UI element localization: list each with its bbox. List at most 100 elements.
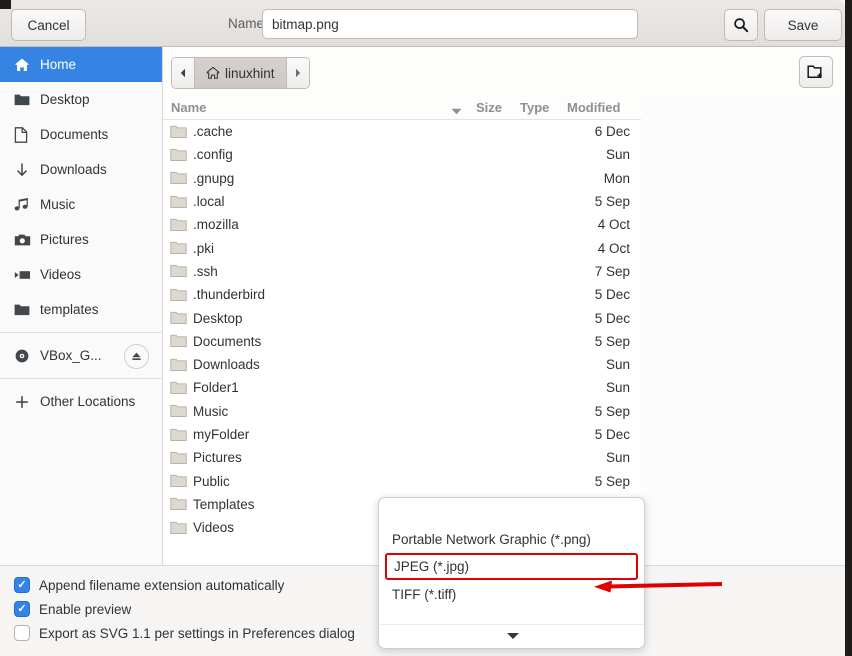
camera-icon xyxy=(14,233,36,247)
folder-videos-icon xyxy=(163,521,193,535)
table-row[interactable]: Desktop 5 Dec xyxy=(163,306,641,329)
folder-icon xyxy=(163,241,193,255)
folder-icon xyxy=(163,428,193,442)
file-name: Downloads xyxy=(193,357,260,373)
new-folder-icon xyxy=(807,65,822,79)
option-label: Enable preview xyxy=(39,601,132,617)
popup-scroll-down-button[interactable] xyxy=(380,624,644,647)
eject-button[interactable] xyxy=(124,344,149,369)
column-header-type[interactable]: Type xyxy=(520,100,549,115)
filename-label: Name xyxy=(227,16,264,31)
column-header-modified[interactable]: Modified xyxy=(567,100,620,115)
table-row[interactable]: .ssh 7 Sep xyxy=(163,260,641,283)
format-option-label: JPEG (*.jpg) xyxy=(394,559,470,574)
document-icon xyxy=(14,126,36,143)
places-sidebar: Home Desktop Documents Downloads Music P… xyxy=(0,47,163,565)
music-icon xyxy=(14,197,36,213)
path-forward-button[interactable] xyxy=(286,58,309,88)
column-header-size[interactable]: Size xyxy=(476,100,502,115)
plus-icon xyxy=(14,394,36,410)
table-row[interactable]: .pki 4 Oct xyxy=(163,236,641,259)
file-modified: 5 Sep xyxy=(594,403,630,419)
file-name: .pki xyxy=(193,240,215,256)
check-icon: ✓ xyxy=(17,578,27,591)
table-row[interactable]: Downloads Sun xyxy=(163,353,641,376)
table-row[interactable]: .mozilla 4 Oct xyxy=(163,213,641,236)
column-header-name[interactable]: Name xyxy=(171,100,206,115)
save-button[interactable]: Save xyxy=(764,9,842,41)
folder-icon xyxy=(14,93,36,107)
sidebar-item-other-locations[interactable]: Other Locations xyxy=(0,384,162,419)
sidebar-item-pictures[interactable]: Pictures xyxy=(0,222,162,257)
sidebar-item-videos[interactable]: Videos xyxy=(0,257,162,292)
cancel-button[interactable]: Cancel xyxy=(11,9,86,41)
format-option-png[interactable]: Portable Network Graphic (*.png) xyxy=(379,525,644,553)
sidebar-item-label: Home xyxy=(40,57,77,72)
table-row[interactable]: .thunderbird 5 Dec xyxy=(163,283,641,306)
folder-icon xyxy=(14,303,36,317)
home-icon xyxy=(14,57,36,73)
folder-icon xyxy=(163,148,193,162)
checkbox[interactable]: ✓ xyxy=(14,601,30,617)
folder-public-icon xyxy=(163,474,193,488)
table-row[interactable]: .local 5 Sep xyxy=(163,190,641,213)
path-bar: linuxhint xyxy=(171,57,310,89)
sidebar-item-downloads[interactable]: Downloads xyxy=(0,152,162,187)
window-edge-right xyxy=(845,0,852,656)
left-arrow-annotation xyxy=(594,580,723,593)
file-name: Pictures xyxy=(193,450,242,466)
folder-icon xyxy=(163,288,193,302)
download-icon xyxy=(14,162,36,178)
breadcrumb-linuxhint[interactable]: linuxhint xyxy=(194,58,287,88)
folder-icon xyxy=(163,218,193,232)
table-row[interactable]: Pictures Sun xyxy=(163,446,641,469)
file-modified: 7 Sep xyxy=(594,263,630,279)
sidebar-item-templates[interactable]: templates xyxy=(0,292,162,327)
table-row[interactable]: Folder1 Sun xyxy=(163,376,641,399)
file-modified: Sun xyxy=(605,450,630,466)
sidebar-item-music[interactable]: Music xyxy=(0,187,162,222)
table-row[interactable]: myFolder 5 Dec xyxy=(163,423,641,446)
folder-templates-icon xyxy=(163,497,193,511)
table-row[interactable]: .config Sun xyxy=(163,143,641,166)
folder-desktop-icon xyxy=(163,311,193,325)
file-modified: 5 Dec xyxy=(594,310,630,326)
sidebar-item-vbox-device[interactable]: VBox_G... xyxy=(0,338,162,373)
search-button[interactable] xyxy=(724,9,758,41)
file-modified: Sun xyxy=(605,380,630,396)
dialog-header-bar: Cancel Name Save xyxy=(0,0,845,47)
sidebar-item-documents[interactable]: Documents xyxy=(0,117,162,152)
checkbox[interactable]: ✓ xyxy=(14,577,30,593)
file-format-popup[interactable]: Portable Network Graphic (*.png) JPEG (*… xyxy=(378,497,645,649)
sidebar-item-label: Videos xyxy=(40,267,82,282)
checkbox[interactable] xyxy=(14,625,30,641)
table-row[interactable]: .gnupg Mon xyxy=(163,167,641,190)
path-bar-row: linuxhint xyxy=(163,47,845,97)
sidebar-item-label: Other Locations xyxy=(40,394,136,409)
file-name: Templates xyxy=(193,496,255,512)
file-modified: 5 Dec xyxy=(594,427,630,442)
folder-icon xyxy=(163,125,193,139)
table-row[interactable]: Public 5 Sep xyxy=(163,469,641,492)
new-folder-button[interactable] xyxy=(799,56,833,88)
table-row[interactable]: Music 5 Sep xyxy=(163,400,641,423)
file-name: .cache xyxy=(193,124,233,140)
file-modified: 4 Oct xyxy=(597,240,630,256)
filename-input[interactable] xyxy=(262,9,638,39)
file-modified: 5 Sep xyxy=(594,473,630,489)
folder-icon xyxy=(163,381,193,395)
sidebar-item-home[interactable]: Home xyxy=(0,47,162,82)
sidebar-item-label: templates xyxy=(40,302,99,317)
folder-pictures-icon xyxy=(163,451,193,465)
file-modified: 5 Dec xyxy=(594,287,630,303)
format-option-label: TIFF (*.tiff) xyxy=(392,586,457,602)
video-icon xyxy=(14,268,36,282)
file-name: .local xyxy=(193,194,225,210)
table-row[interactable]: Documents 5 Sep xyxy=(163,330,641,353)
file-name: .mozilla xyxy=(193,217,239,233)
check-icon: ✓ xyxy=(17,602,27,615)
path-back-button[interactable] xyxy=(172,58,194,88)
table-row[interactable]: .cache 6 Dec xyxy=(163,120,641,143)
sidebar-item-desktop[interactable]: Desktop xyxy=(0,82,162,117)
file-name: Public xyxy=(193,473,230,489)
